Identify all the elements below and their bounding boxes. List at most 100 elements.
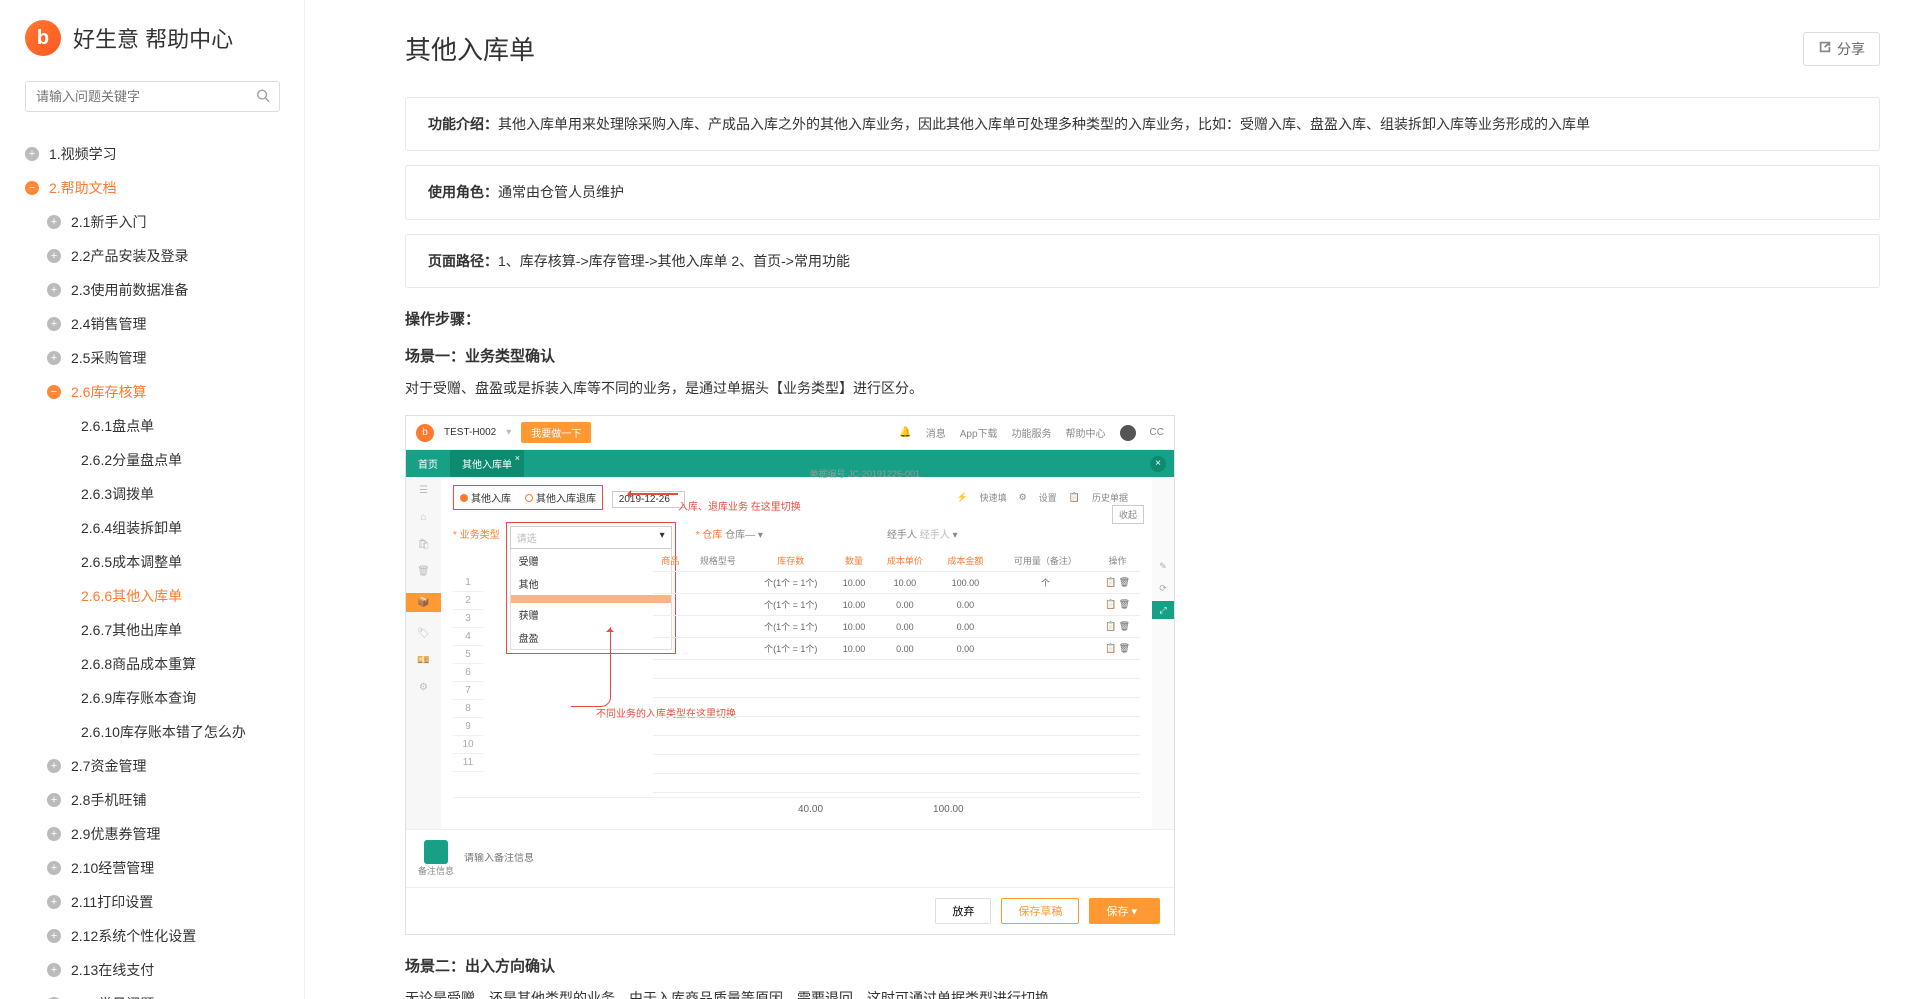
- avatar-icon: [1120, 425, 1136, 441]
- nav-item-2-8[interactable]: +2.8手机旺铺: [25, 783, 304, 817]
- nav-item-2-6[interactable]: −2.6库存核算: [25, 375, 304, 409]
- share-button[interactable]: 分享: [1803, 32, 1880, 66]
- table-row: [653, 774, 1140, 793]
- rail-icon: ✎: [1152, 557, 1174, 575]
- table-row: [653, 660, 1140, 679]
- table-row: [653, 679, 1140, 698]
- nav-item-2-4[interactable]: +2.4销售管理: [25, 307, 304, 341]
- scenario-2-text1: 无论是受赠，还是其他类型的业务，由于入库商品质量等原因，需要退回，这时可通过单据…: [405, 986, 1880, 999]
- scenario-1-title: 场景一：业务类型确认: [405, 345, 1880, 366]
- ss-tab-active: 其他入库单 ×: [450, 450, 524, 477]
- main-content: 其他入库单 分享 功能介绍：其他入库单用来处理除采购入库、产成品入库之外的其他入…: [305, 0, 1920, 999]
- chevron-down-icon: ▾: [506, 427, 511, 438]
- ss-right-rail: ✎ ⟳ ⤢: [1152, 477, 1174, 829]
- bell-icon: 🔔: [899, 427, 911, 438]
- nav-item-2-6-7[interactable]: 2.6.7其他出库单: [25, 613, 304, 647]
- ss-save-btn: 保存 ▾: [1089, 898, 1160, 924]
- nav-item-2-6-1[interactable]: 2.6.1盘点单: [25, 409, 304, 443]
- rail-icon: 🛍: [417, 539, 430, 550]
- ss-row-numbers: 1234567891011: [453, 574, 483, 772]
- plus-icon: +: [47, 249, 61, 263]
- ss-total-row: 40.00 100.00: [453, 797, 1140, 821]
- nav-item-2-3[interactable]: +2.3使用前数据准备: [25, 273, 304, 307]
- nav-item-2-6-10[interactable]: 2.6.10库存账本错了怎么办: [25, 715, 304, 749]
- nav-tree: +1.视频学习 −2.帮助文档 +2.1新手入门 +2.2产品安装及登录 +2.…: [25, 137, 304, 999]
- ss-radio-return: 其他入库退库: [525, 490, 596, 505]
- table-row: 个(1个 = 1个)10.000.000.00📋 🗑: [653, 616, 1140, 638]
- embedded-screenshot: b TEST-H002 ▾ 我要做一下 🔔消息 App下载 功能服务 帮助中心 …: [405, 415, 1175, 935]
- info-text: 通常由仓管人员维护: [498, 184, 624, 200]
- nav-item-2-7[interactable]: +2.7资金管理: [25, 749, 304, 783]
- nav-item-2-14[interactable]: +2.14常见问题: [25, 987, 304, 999]
- table-row: 个(1个 = 1个)10.0010.00100.00个📋 🗑: [653, 572, 1140, 594]
- page-title: 其他入库单: [405, 30, 535, 67]
- nav-item-2-6-9[interactable]: 2.6.9库存账本查询: [25, 681, 304, 715]
- table-row: [653, 698, 1140, 717]
- nav-item-2-1[interactable]: +2.1新手入门: [25, 205, 304, 239]
- plus-icon: +: [25, 147, 39, 161]
- nav-item-2-9[interactable]: +2.9优惠券管理: [25, 817, 304, 851]
- memo-icon: [424, 840, 448, 864]
- nav-item-docs[interactable]: −2.帮助文档: [25, 171, 304, 205]
- ss-table-wrap: 商品 规格型号 库存数 数量 成本单价 成本金额 可用量（备注） 操作 个(1个…: [453, 550, 1140, 793]
- ss-table: 商品 规格型号 库存数 数量 成本单价 成本金额 可用量（备注） 操作 个(1个…: [653, 550, 1140, 793]
- ss-memo-row: 备注信息: [406, 829, 1174, 887]
- annotation-text-1: 入库、退库业务 在这里切换: [678, 498, 801, 513]
- ss-tenant: TEST-H002: [444, 427, 496, 438]
- search-input[interactable]: [25, 81, 280, 112]
- annotation-arrow-1: [628, 493, 678, 495]
- info-path: 页面路径：1、库存核算->库存管理->其他入库单 2、首页->常用功能: [405, 234, 1880, 288]
- nav-item-2-12[interactable]: +2.12系统个性化设置: [25, 919, 304, 953]
- nav-item-2-6-6[interactable]: 2.6.6其他入库单: [25, 579, 304, 613]
- nav-item-2-6-5[interactable]: 2.6.5成本调整单: [25, 545, 304, 579]
- rail-icon-selected: 📦: [406, 593, 441, 612]
- ss-memo-input: [464, 853, 1162, 864]
- table-row: [653, 736, 1140, 755]
- nav-item-2-6-2[interactable]: 2.6.2分量盘点单: [25, 443, 304, 477]
- share-icon: [1818, 40, 1832, 57]
- close-icon: ×: [515, 453, 520, 463]
- info-text: 其他入库单用来处理除采购入库、产成品入库之外的其他入库业务，因此其他入库单可处理…: [498, 116, 1590, 132]
- plus-icon: +: [47, 963, 61, 977]
- ss-logo-icon: b: [416, 424, 434, 442]
- rail-icon-active: ⤢: [1152, 601, 1174, 619]
- nav-item-2-5[interactable]: +2.5采购管理: [25, 341, 304, 375]
- nav-item-2-6-8[interactable]: 2.6.8商品成本重算: [25, 647, 304, 681]
- plus-icon: +: [47, 861, 61, 875]
- sidebar: b 好生意 帮助中心 +1.视频学习 −2.帮助文档 +2.1新手入门 +2.2…: [0, 0, 305, 999]
- search-icon[interactable]: [256, 88, 270, 105]
- ss-field-label: * 业务类型: [453, 526, 500, 541]
- rail-icon: 🏷: [417, 628, 430, 639]
- scenario-2-title: 场景二：出入方向确认: [405, 955, 1880, 976]
- rail-icon: 🗑: [417, 566, 430, 577]
- ss-docnum: 单据编号 JC-20191226-001: [809, 467, 920, 480]
- plus-icon: +: [47, 793, 61, 807]
- nav-item-2-6-4[interactable]: 2.6.4组装拆卸单: [25, 511, 304, 545]
- ss-row2-right: * 仓库 仓库— ▾ 经手人 经手人 ▾: [696, 526, 958, 541]
- ss-cancel-btn: 放弃: [935, 898, 991, 924]
- ss-draft-btn: 保存草稿: [1001, 898, 1079, 924]
- ss-topbar-right: 🔔消息 App下载 功能服务 帮助中心 CC: [899, 425, 1164, 441]
- ss-topbar: b TEST-H002 ▾ 我要做一下 🔔消息 App下载 功能服务 帮助中心 …: [406, 416, 1174, 450]
- nav-item-2-6-3[interactable]: 2.6.3调拨单: [25, 477, 304, 511]
- minus-icon: −: [25, 181, 39, 195]
- plus-icon: +: [47, 351, 61, 365]
- nav-item-2-10[interactable]: +2.10经营管理: [25, 851, 304, 885]
- logo-icon: b: [25, 20, 61, 56]
- search-wrap: [25, 81, 280, 112]
- nav-item-2-13[interactable]: +2.13在线支付: [25, 953, 304, 987]
- ss-tabs: 首页 其他入库单 × ×: [406, 450, 1174, 477]
- info-intro: 功能介绍：其他入库单用来处理除采购入库、产成品入库之外的其他入库业务，因此其他入…: [405, 97, 1880, 151]
- info-label: 功能介绍：: [428, 116, 498, 132]
- info-label: 页面路径：: [428, 253, 498, 269]
- minus-icon: −: [47, 385, 61, 399]
- ss-left-rail: ☰ ⌂ 🛍 🗑 📦 🏷 💴 ⚙: [406, 477, 441, 829]
- info-role: 使用角色：通常由仓管人员维护: [405, 165, 1880, 219]
- ss-content: 其他入库 其他入库退库 2019-12-26 入库、退库业务 在这里切换 单据编…: [441, 477, 1152, 829]
- nav-item-2-11[interactable]: +2.11打印设置: [25, 885, 304, 919]
- nav-item-2-2[interactable]: +2.2产品安装及登录: [25, 239, 304, 273]
- plus-icon: +: [47, 317, 61, 331]
- rail-icon: ⚙: [419, 682, 428, 693]
- nav-item-video[interactable]: +1.视频学习: [25, 137, 304, 171]
- rail-icon: 💴: [417, 655, 429, 666]
